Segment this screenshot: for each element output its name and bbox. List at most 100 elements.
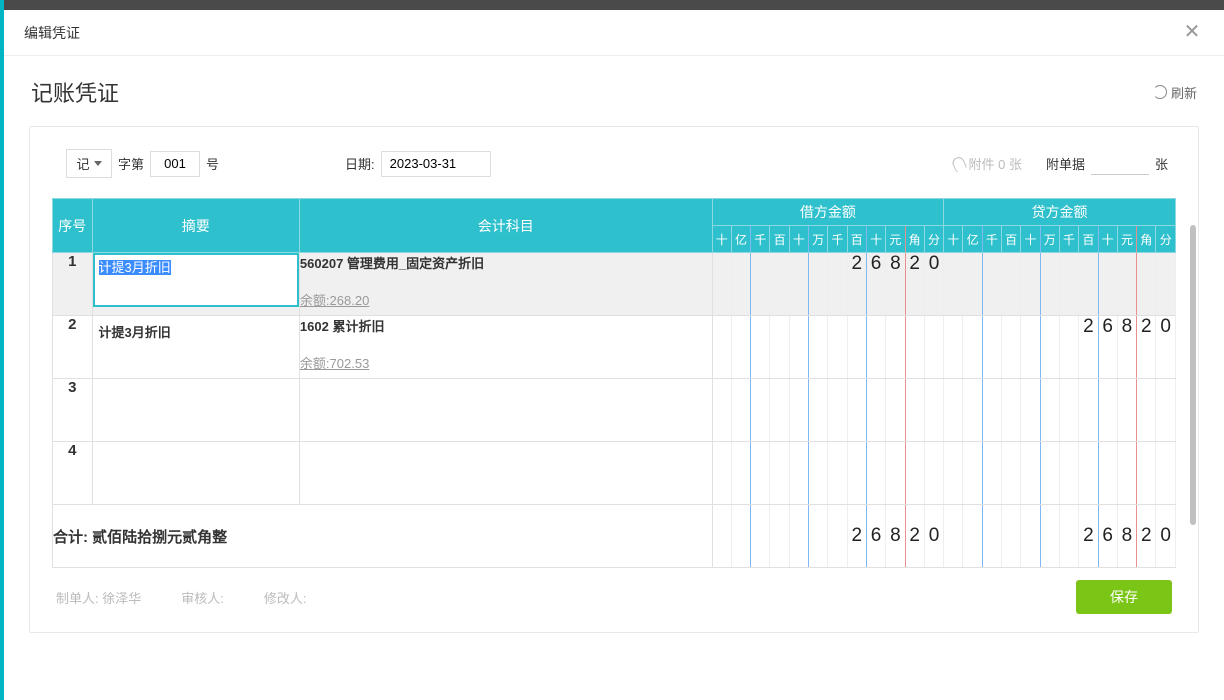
debit-digit-cell[interactable] xyxy=(809,316,828,379)
credit-digit-cell[interactable] xyxy=(1040,505,1059,568)
debit-digit-cell[interactable] xyxy=(731,442,750,505)
credit-digit-cell[interactable] xyxy=(982,505,1001,568)
voucher-number-input[interactable] xyxy=(150,151,200,177)
debit-digit-cell[interactable] xyxy=(905,442,924,505)
credit-digit-cell[interactable] xyxy=(1098,379,1117,442)
credit-digit-cell[interactable] xyxy=(1021,316,1040,379)
credit-digit-cell[interactable]: 2 xyxy=(1137,505,1156,568)
credit-digit-cell[interactable]: 8 xyxy=(1117,505,1136,568)
debit-digit-cell[interactable] xyxy=(828,316,847,379)
credit-digit-cell[interactable] xyxy=(963,253,982,316)
debit-digit-cell[interactable] xyxy=(731,316,750,379)
credit-digit-cell[interactable] xyxy=(1059,379,1078,442)
debit-digit-cell[interactable]: 6 xyxy=(866,505,885,568)
credit-digit-cell[interactable] xyxy=(1117,442,1136,505)
vertical-scrollbar[interactable] xyxy=(1190,225,1196,525)
account-cell[interactable] xyxy=(299,442,712,505)
debit-digit-cell[interactable]: 8 xyxy=(886,505,905,568)
summary-cell[interactable] xyxy=(92,379,299,442)
credit-digit-cell[interactable]: 0 xyxy=(1156,316,1176,379)
credit-digit-cell[interactable] xyxy=(1040,442,1059,505)
credit-digit-cell[interactable] xyxy=(1117,253,1136,316)
voucher-word-select[interactable]: 记 xyxy=(66,149,112,178)
debit-digit-cell[interactable] xyxy=(789,442,808,505)
credit-digit-cell[interactable] xyxy=(1059,253,1078,316)
date-input[interactable] xyxy=(381,151,491,177)
debit-digit-cell[interactable] xyxy=(905,316,924,379)
credit-digit-cell[interactable] xyxy=(1098,253,1117,316)
debit-digit-cell[interactable]: 2 xyxy=(847,253,866,316)
account-cell[interactable] xyxy=(299,379,712,442)
credit-digit-cell[interactable] xyxy=(1021,253,1040,316)
debit-digit-cell[interactable] xyxy=(866,316,885,379)
credit-digit-cell[interactable] xyxy=(1098,442,1117,505)
debit-digit-cell[interactable] xyxy=(866,379,885,442)
credit-digit-cell[interactable] xyxy=(1040,379,1059,442)
credit-digit-cell[interactable] xyxy=(1156,253,1176,316)
debit-digit-cell[interactable] xyxy=(731,253,750,316)
credit-digit-cell[interactable] xyxy=(944,442,963,505)
debit-digit-cell[interactable]: 2 xyxy=(847,505,866,568)
credit-digit-cell[interactable] xyxy=(1079,379,1098,442)
attachment-link[interactable]: 附件 0 张 xyxy=(953,154,1022,173)
credit-digit-cell[interactable]: 6 xyxy=(1098,316,1117,379)
credit-digit-cell[interactable] xyxy=(982,316,1001,379)
credit-digit-cell[interactable] xyxy=(1079,442,1098,505)
summary-cell[interactable] xyxy=(92,442,299,505)
debit-digit-cell[interactable] xyxy=(751,442,770,505)
debit-digit-cell[interactable] xyxy=(847,442,866,505)
credit-digit-cell[interactable]: 8 xyxy=(1117,316,1136,379)
credit-digit-cell[interactable] xyxy=(1059,505,1078,568)
debit-digit-cell[interactable]: 8 xyxy=(886,253,905,316)
debit-digit-cell[interactable]: 0 xyxy=(924,253,943,316)
debit-digit-cell[interactable] xyxy=(847,379,866,442)
debit-digit-cell[interactable] xyxy=(770,253,789,316)
account-cell[interactable]: 560207 管理费用_固定资产折旧 余额:268.20 xyxy=(299,253,712,316)
credit-digit-cell[interactable]: 2 xyxy=(1137,316,1156,379)
debit-digit-cell[interactable] xyxy=(886,316,905,379)
debit-digit-cell[interactable] xyxy=(751,505,770,568)
credit-digit-cell[interactable] xyxy=(1137,442,1156,505)
credit-digit-cell[interactable] xyxy=(944,316,963,379)
credit-digit-cell[interactable] xyxy=(963,316,982,379)
credit-digit-cell[interactable]: 2 xyxy=(1079,505,1098,568)
debit-digit-cell[interactable]: 2 xyxy=(905,505,924,568)
credit-digit-cell[interactable] xyxy=(1137,253,1156,316)
summary-cell[interactable]: 计提3月折旧 xyxy=(92,316,299,379)
debit-digit-cell[interactable] xyxy=(751,379,770,442)
credit-digit-cell[interactable] xyxy=(963,442,982,505)
debit-digit-cell[interactable] xyxy=(770,379,789,442)
debit-digit-cell[interactable] xyxy=(789,316,808,379)
credit-digit-cell[interactable] xyxy=(1079,253,1098,316)
debit-digit-cell[interactable]: 2 xyxy=(905,253,924,316)
debit-digit-cell[interactable] xyxy=(770,316,789,379)
credit-digit-cell[interactable] xyxy=(1002,505,1021,568)
debit-digit-cell[interactable] xyxy=(712,442,731,505)
debit-digit-cell[interactable] xyxy=(886,442,905,505)
refresh-button[interactable]: 刷新 xyxy=(1153,83,1197,102)
credit-digit-cell[interactable] xyxy=(1021,505,1040,568)
credit-digit-cell[interactable] xyxy=(1059,316,1078,379)
credit-digit-cell[interactable]: 0 xyxy=(1156,505,1176,568)
debit-digit-cell[interactable] xyxy=(828,253,847,316)
credit-digit-cell[interactable] xyxy=(944,253,963,316)
debit-digit-cell[interactable] xyxy=(809,253,828,316)
credit-digit-cell[interactable] xyxy=(1137,379,1156,442)
save-button[interactable]: 保存 xyxy=(1076,580,1172,614)
debit-digit-cell[interactable] xyxy=(809,505,828,568)
debit-digit-cell[interactable] xyxy=(809,442,828,505)
credit-digit-cell[interactable] xyxy=(1002,316,1021,379)
credit-digit-cell[interactable] xyxy=(982,379,1001,442)
credit-digit-cell[interactable] xyxy=(1156,379,1176,442)
credit-digit-cell[interactable] xyxy=(982,442,1001,505)
credit-digit-cell[interactable]: 2 xyxy=(1079,316,1098,379)
summary-cell[interactable]: 计提3月折旧 xyxy=(92,253,299,316)
debit-digit-cell[interactable] xyxy=(731,379,750,442)
summary-input[interactable]: 计提3月折旧 xyxy=(93,253,299,307)
debit-digit-cell[interactable] xyxy=(828,442,847,505)
debit-digit-cell[interactable] xyxy=(712,253,731,316)
debit-digit-cell[interactable] xyxy=(866,442,885,505)
credit-digit-cell[interactable] xyxy=(944,379,963,442)
debit-digit-cell[interactable] xyxy=(712,379,731,442)
debit-digit-cell[interactable] xyxy=(924,316,943,379)
